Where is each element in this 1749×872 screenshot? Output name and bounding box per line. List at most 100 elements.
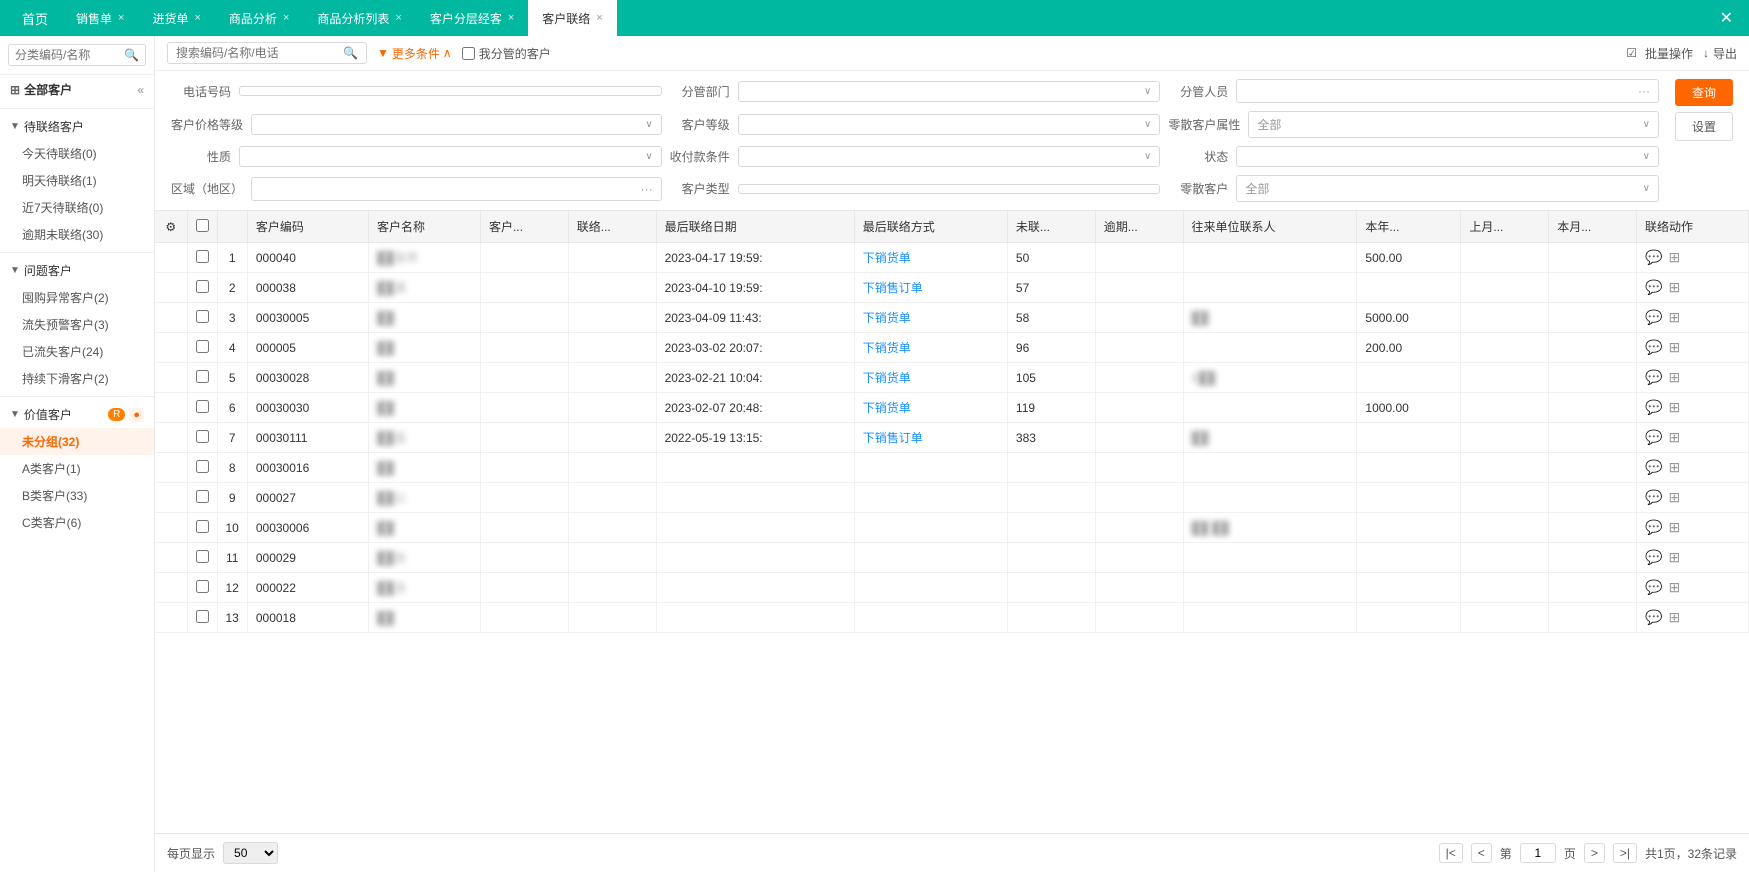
grid-action-icon[interactable]: ⊞ (1668, 279, 1680, 296)
dept-select[interactable]: ∨ (738, 81, 1161, 102)
batch-ops-button[interactable]: ☑ 批量操作 (1626, 45, 1693, 62)
nav-tab-customer-contact[interactable]: 客户联络 × (528, 0, 616, 36)
prev-page-button[interactable]: < (1471, 843, 1492, 863)
close-icon[interactable]: × (194, 12, 200, 24)
grid-action-icon[interactable]: ⊞ (1668, 249, 1680, 266)
nav-tab-customer-tier[interactable]: 客户分层经客 × (416, 0, 528, 36)
next-page-button[interactable]: > (1584, 843, 1605, 863)
row-checkbox[interactable] (187, 363, 217, 393)
row-checkbox[interactable] (187, 483, 217, 513)
chat-icon[interactable]: 💬 (1645, 609, 1662, 626)
chat-icon[interactable]: 💬 (1645, 429, 1662, 446)
chat-icon[interactable]: 💬 (1645, 249, 1662, 266)
grid-action-icon[interactable]: ⊞ (1668, 309, 1680, 326)
chat-icon[interactable]: 💬 (1645, 309, 1662, 326)
grid-action-icon[interactable]: ⊞ (1668, 609, 1680, 626)
close-icon[interactable]: × (118, 12, 124, 24)
last-page-button[interactable]: >| (1613, 843, 1637, 863)
contact-method-link[interactable]: 下销货单 (863, 371, 911, 385)
price-grade-select[interactable]: ∨ (251, 114, 662, 135)
sidebar-item-overdue[interactable]: 逾期未联络(30) (0, 221, 154, 248)
row-checkbox[interactable] (187, 393, 217, 423)
row-checkbox[interactable] (187, 303, 217, 333)
row-last-contact-method[interactable]: 下销售订单 (854, 273, 1007, 303)
close-icon[interactable]: × (395, 12, 401, 24)
row-last-contact-method[interactable]: 下销货单 (854, 303, 1007, 333)
sidebar-item-ungroup[interactable]: 未分组(32) (0, 428, 154, 455)
collapse-icon[interactable]: « (137, 83, 144, 97)
grid-action-icon[interactable]: ⊞ (1668, 489, 1680, 506)
contact-method-link[interactable]: 下销货单 (863, 311, 911, 325)
my-customers-checkbox[interactable]: 我分管的客户 (462, 45, 551, 62)
select-all-checkbox[interactable] (196, 219, 209, 232)
more-filters-button[interactable]: ▼ 更多条件 ∧ (377, 45, 452, 62)
contact-method-link[interactable]: 下销货单 (863, 401, 911, 415)
staff-more[interactable]: ··· (1236, 79, 1659, 103)
close-icon[interactable]: × (283, 12, 289, 24)
sidebar-item-churn-warning[interactable]: 流失预警客户(3) (0, 311, 154, 338)
chat-icon[interactable]: 💬 (1645, 399, 1662, 416)
row-last-contact-method[interactable]: 下销货单 (854, 363, 1007, 393)
export-button[interactable]: ↓ 导出 (1703, 45, 1737, 62)
sidebar-group-pending[interactable]: ▼ 待联络客户 (0, 113, 154, 140)
sidebar-group-problem[interactable]: ▼ 问题客户 (0, 257, 154, 284)
sidebar-item-churned[interactable]: 已流失客户(24) (0, 338, 154, 365)
chat-icon[interactable]: 💬 (1645, 489, 1662, 506)
chat-icon[interactable]: 💬 (1645, 579, 1662, 596)
sidebar-item-classA[interactable]: A类客户(1) (0, 455, 154, 482)
page-size-select[interactable]: 50 100 200 (223, 842, 278, 864)
grid-action-icon[interactable]: ⊞ (1668, 519, 1680, 536)
row-last-contact-method[interactable] (854, 483, 1007, 513)
sidebar-search-icon[interactable]: 🔍 (124, 48, 139, 62)
nav-home[interactable]: 首页 (8, 0, 62, 36)
nav-tab-analysis-list[interactable]: 商品分析列表 × (303, 0, 415, 36)
contact-method-link[interactable]: 下销售订单 (863, 281, 923, 295)
row-checkbox[interactable] (187, 243, 217, 273)
row-last-contact-method[interactable]: 下销货单 (854, 393, 1007, 423)
row-last-contact-method[interactable]: 下销货单 (854, 333, 1007, 363)
contact-method-link[interactable]: 下销货单 (863, 251, 911, 265)
search-icon[interactable]: 🔍 (343, 46, 358, 60)
chat-icon[interactable]: 💬 (1645, 339, 1662, 356)
contact-method-link[interactable]: 下销售订单 (863, 431, 923, 445)
col-this-month[interactable]: 本月... (1549, 211, 1637, 243)
cust-type-input[interactable] (738, 184, 1161, 194)
row-checkbox[interactable] (187, 513, 217, 543)
col-name[interactable]: 客户名称 (369, 211, 481, 243)
sidebar-item-abnormal[interactable]: 囤购异常客户(2) (0, 284, 154, 311)
chat-icon[interactable]: 💬 (1645, 459, 1662, 476)
my-customers-check[interactable] (462, 47, 475, 60)
col-last-contact-method[interactable]: 最后联络方式 (854, 211, 1007, 243)
sidebar-item-classB[interactable]: B类客户(33) (0, 482, 154, 509)
search-input[interactable] (176, 46, 343, 60)
col-contact[interactable]: 联络... (568, 211, 656, 243)
contact-method-link[interactable]: 下销货单 (863, 341, 911, 355)
row-last-contact-method[interactable]: 下销货单 (854, 243, 1007, 273)
nav-tab-analysis[interactable]: 商品分析 × (215, 0, 303, 36)
grid-action-icon[interactable]: ⊞ (1668, 369, 1680, 386)
grid-action-icon[interactable]: ⊞ (1668, 549, 1680, 566)
nature-select[interactable]: ∨ (239, 146, 662, 167)
row-checkbox[interactable] (187, 573, 217, 603)
chat-icon[interactable]: 💬 (1645, 279, 1662, 296)
grid-action-icon[interactable]: ⊞ (1668, 579, 1680, 596)
reset-button[interactable]: 设置 (1675, 112, 1733, 141)
col-overdue[interactable]: 逾期... (1095, 211, 1183, 243)
row-checkbox[interactable] (187, 543, 217, 573)
col-this-year[interactable]: 本年... (1357, 211, 1461, 243)
chat-icon[interactable]: 💬 (1645, 519, 1662, 536)
row-checkbox[interactable] (187, 333, 217, 363)
sidebar-group-value[interactable]: ▼ 价值客户 R ● (0, 401, 154, 428)
grid-action-icon[interactable]: ⊞ (1668, 459, 1680, 476)
page-number-input[interactable] (1520, 843, 1556, 863)
row-last-contact-method[interactable] (854, 543, 1007, 573)
chat-icon[interactable]: 💬 (1645, 549, 1662, 566)
sidebar-item-classC[interactable]: C类客户(6) (0, 509, 154, 536)
grid-action-icon[interactable]: ⊞ (1668, 429, 1680, 446)
nav-tab-sales[interactable]: 销售单 × (62, 0, 138, 36)
grid-action-icon[interactable]: ⊞ (1668, 399, 1680, 416)
row-last-contact-method[interactable] (854, 513, 1007, 543)
nav-tab-purchase[interactable]: 进货单 × (138, 0, 214, 36)
col-settings[interactable]: ⚙ (155, 211, 187, 243)
grid-action-icon[interactable]: ⊞ (1668, 339, 1680, 356)
